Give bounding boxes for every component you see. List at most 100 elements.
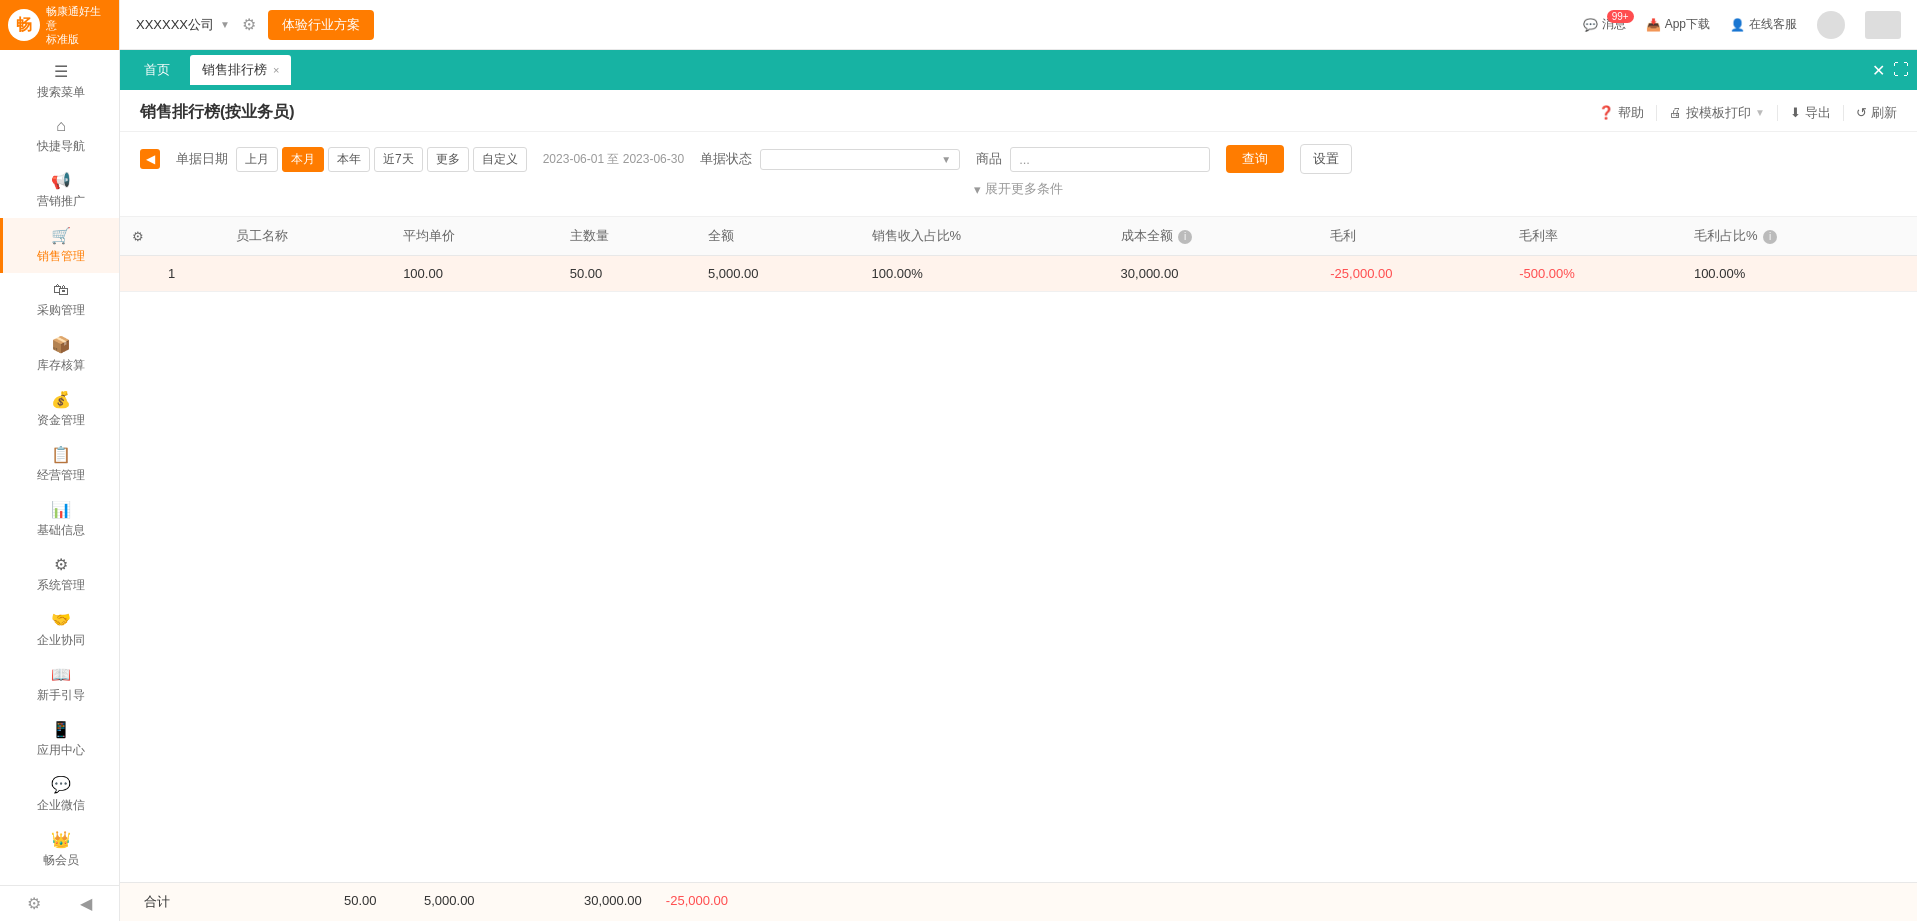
company-selector[interactable]: XXXXXX公司 ▼	[136, 16, 230, 34]
sidebar-item-label: 采购管理	[37, 302, 85, 319]
table-row: 1 100.00 50.00 5,000.00 100.00% 30,000.0…	[120, 256, 1917, 292]
col-qty: 主数量	[558, 217, 696, 256]
table-container: ⚙ 员工名称 平均单价 主数量 全额 销售收入占比% 成本全额 i 毛利	[120, 217, 1917, 882]
header-right: 💬 消息 99+ 📥 App下载 👤 在线客服	[1583, 11, 1901, 39]
tab-bar-actions: ✕ ⛶	[1872, 61, 1909, 80]
message-badge: 99+	[1607, 10, 1634, 23]
col-profit: 毛利	[1318, 217, 1507, 256]
company-name: XXXXXX公司	[136, 16, 214, 34]
sidebar-item-basic[interactable]: 📊 基础信息	[0, 492, 119, 547]
filter-collapse-button[interactable]: ◀	[140, 149, 160, 169]
sidebar-item-finance[interactable]: 💰 资金管理	[0, 382, 119, 437]
sidebar-item-marketing[interactable]: 📢 营销推广	[0, 163, 119, 218]
date-btn-more[interactable]: 更多	[427, 147, 469, 172]
export-button[interactable]: ⬇ 导出	[1790, 104, 1831, 122]
sidebar-item-label: 企业协同	[37, 632, 85, 649]
tab-close-icon[interactable]: ×	[273, 64, 279, 76]
sidebar-item-member[interactable]: 👑 畅会员	[0, 822, 119, 877]
app-download-button[interactable]: 📥 App下载	[1646, 16, 1710, 33]
sidebar-item-guide[interactable]: 📖 新手引导	[0, 657, 119, 712]
sidebar-item-enterprise[interactable]: 🤝 企业协同	[0, 602, 119, 657]
expand-conditions-button[interactable]: ▾ 展开更多条件	[974, 180, 1063, 198]
cell-qty: 50.00	[558, 256, 696, 292]
footer-profit: -25,000.00	[654, 893, 740, 911]
close-window-icon[interactable]: ✕	[1872, 61, 1885, 80]
fullscreen-icon[interactable]: ⛶	[1893, 61, 1909, 80]
footer-amount: 5,000.00	[412, 893, 492, 911]
top-header: XXXXXX公司 ▼ ⚙ 体验行业方案 💬 消息 99+ 📥 App下载 👤 在…	[120, 0, 1917, 50]
status-filter-label: 单据状态	[700, 150, 752, 168]
sidebar-item-inventory[interactable]: 📦 库存核算	[0, 327, 119, 382]
apps-icon: 📱	[51, 720, 71, 739]
system-icon: ⚙	[54, 555, 68, 574]
settings-button[interactable]: 设置	[1300, 144, 1352, 174]
col-sales-pct: 销售收入占比%	[860, 217, 1109, 256]
data-table: ⚙ 员工名称 平均单价 主数量 全额 销售收入占比% 成本全额 i 毛利	[120, 217, 1917, 292]
date-btn-this-month[interactable]: 本月	[282, 147, 324, 172]
operation-icon: 📋	[51, 445, 71, 464]
download-icon: 📥	[1646, 18, 1661, 32]
date-btn-last-month[interactable]: 上月	[236, 147, 278, 172]
sidebar-item-operation[interactable]: 📋 经营管理	[0, 437, 119, 492]
cell-profit: -25,000.00	[1318, 256, 1507, 292]
sidebar-item-label: 系统管理	[37, 577, 85, 594]
date-btn-custom[interactable]: 自定义	[473, 147, 527, 172]
divider3	[1843, 105, 1844, 121]
refresh-button[interactable]: ↺ 刷新	[1856, 104, 1897, 122]
status-filter: 单据状态 ▼	[700, 149, 960, 170]
user-name-display	[1865, 11, 1901, 39]
wechat-icon: 💬	[51, 775, 71, 794]
page-title: 销售排行榜(按业务员)	[140, 102, 295, 123]
date-range-text: 2023-06-01 至 2023-06-30	[543, 151, 684, 168]
page-actions: ❓ 帮助 🖨 按模板打印 ▼ ⬇ 导出	[1598, 104, 1897, 122]
tab-sales-ranking[interactable]: 销售排行榜 ×	[190, 55, 291, 85]
tab-home[interactable]: 首页	[128, 55, 186, 85]
query-button[interactable]: 查询	[1226, 145, 1284, 173]
sidebar-collapse-button[interactable]: ◀	[80, 894, 92, 913]
sidebar-item-system[interactable]: ⚙ 系统管理	[0, 547, 119, 602]
service-icon: 👤	[1730, 18, 1745, 32]
col-settings[interactable]: ⚙	[120, 217, 156, 256]
sidebar-item-sales[interactable]: 🛒 销售管理	[0, 218, 119, 273]
message-icon: 💬	[1583, 18, 1598, 32]
sidebar-item-apps[interactable]: 📱 应用中心	[0, 712, 119, 767]
cost-info-icon[interactable]: i	[1178, 230, 1192, 244]
goods-filter-label: 商品	[976, 150, 1002, 168]
cell-avg-price: 100.00	[391, 256, 558, 292]
profit-pct-info-icon[interactable]: i	[1763, 230, 1777, 244]
date-btn-this-year[interactable]: 本年	[328, 147, 370, 172]
print-icon: 🖨	[1669, 105, 1682, 120]
message-button[interactable]: 💬 消息 99+	[1583, 16, 1626, 33]
export-icon: ⬇	[1790, 105, 1801, 120]
sidebar-item-purchase[interactable]: 🛍 采购管理	[0, 273, 119, 327]
table-footer: 合计 50.00 5,000.00 30,000.00 -25,000.00	[120, 882, 1917, 921]
help-button[interactable]: ❓ 帮助	[1598, 104, 1644, 122]
sidebar-item-quick-nav[interactable]: ⌂ 快捷导航	[0, 109, 119, 163]
cell-profit-pct: 100.00%	[1682, 256, 1917, 292]
date-btn-7days[interactable]: 近7天	[374, 147, 423, 172]
header-settings-icon[interactable]: ⚙	[242, 15, 256, 34]
cell-profit-rate: -500.00%	[1507, 256, 1682, 292]
footer-qty-val: 50.00	[332, 893, 412, 911]
sidebar-item-search[interactable]: ☰ 搜索菜单	[0, 54, 119, 109]
cell-name	[224, 256, 391, 292]
col-name: 员工名称	[224, 217, 391, 256]
sidebar-item-label: 资金管理	[37, 412, 85, 429]
sidebar-logo: 畅 畅康通好生意 标准版	[0, 0, 119, 50]
goods-select[interactable]: ...	[1010, 147, 1210, 172]
sales-icon: 🛒	[51, 226, 71, 245]
status-select[interactable]: ▼	[760, 149, 960, 170]
sidebar-settings-button[interactable]: ⚙	[27, 894, 41, 913]
date-options: 上月 本月 本年 近7天 更多 自定义	[236, 147, 527, 172]
cell-sales-pct: 100.00%	[860, 256, 1109, 292]
trial-button[interactable]: 体验行业方案	[268, 10, 374, 40]
user-avatar[interactable]	[1817, 11, 1845, 39]
sidebar-item-label: 基础信息	[37, 522, 85, 539]
footer-label: 合计	[132, 893, 252, 911]
online-service-button[interactable]: 👤 在线客服	[1730, 16, 1797, 33]
sidebar-item-label: 库存核算	[37, 357, 85, 374]
filter-bar: ◀ 单据日期 上月 本月 本年 近7天 更多 自定义	[120, 132, 1917, 217]
sidebar-item-wechat[interactable]: 💬 企业微信	[0, 767, 119, 822]
print-button[interactable]: 🖨 按模板打印 ▼	[1669, 104, 1765, 122]
col-avg-price: 平均单价	[391, 217, 558, 256]
